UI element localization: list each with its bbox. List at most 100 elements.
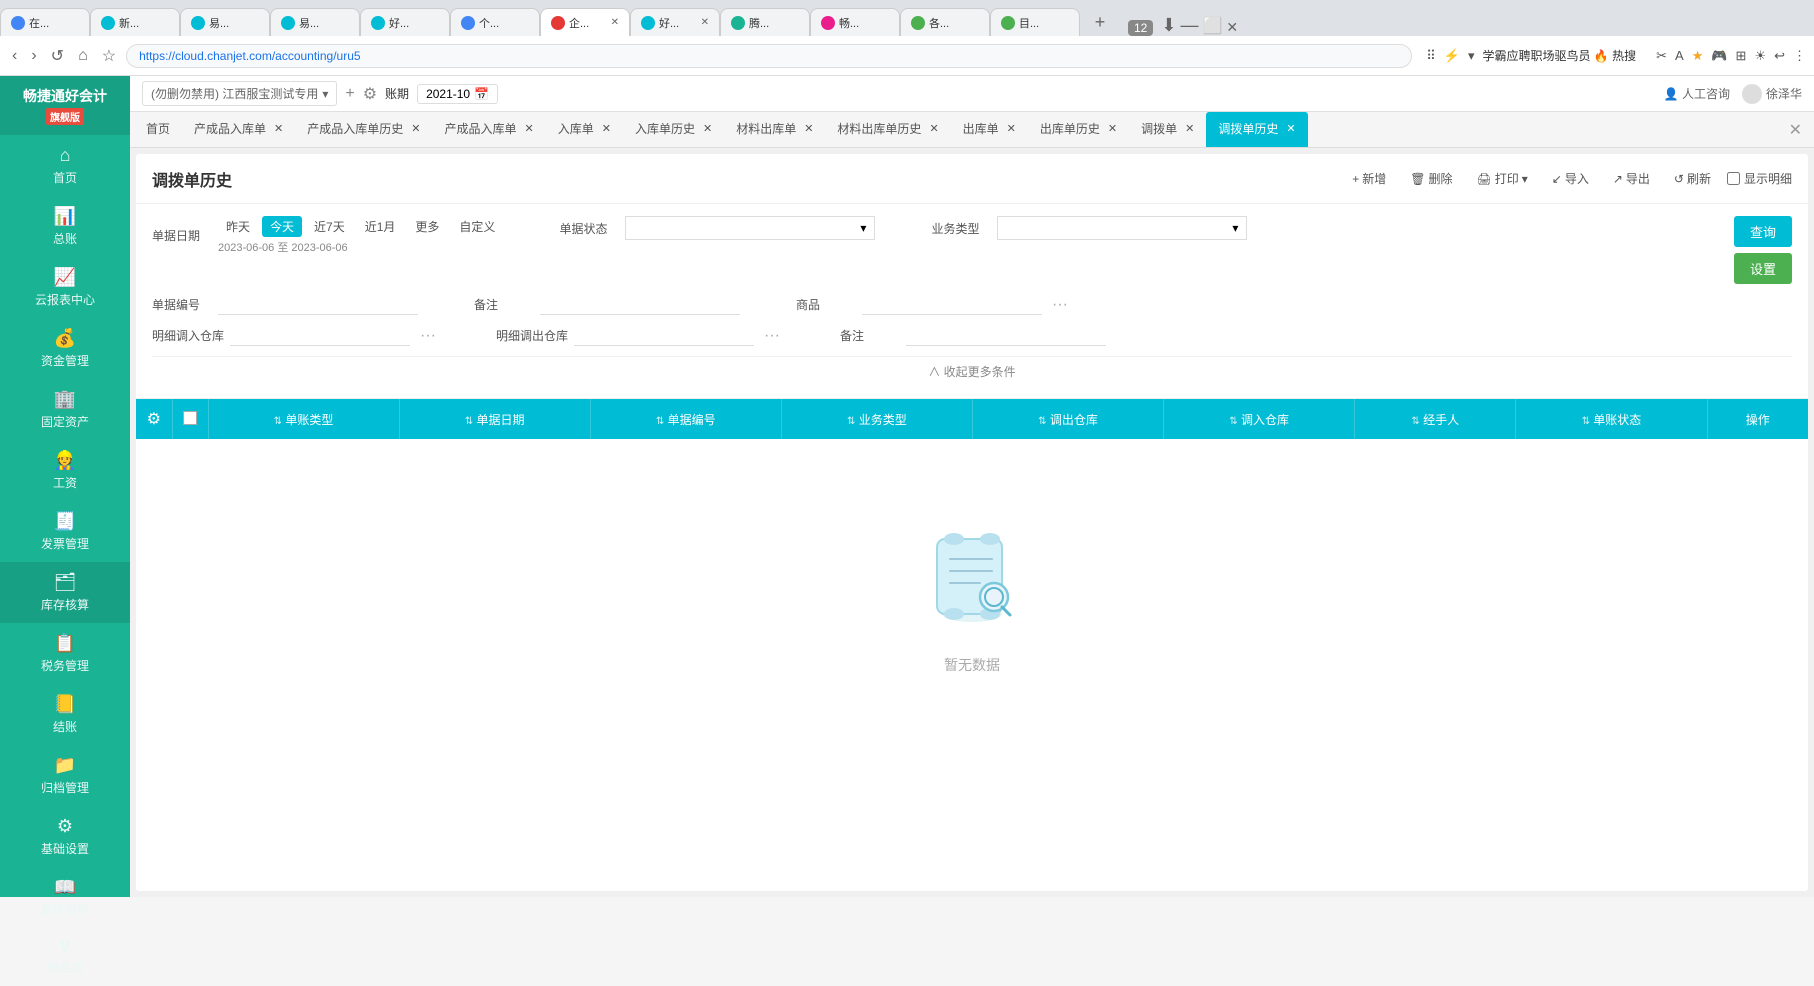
company-settings-button[interactable]: ⚙ [363,84,377,104]
tab-close-icon[interactable]: ✕ [611,17,619,28]
page-tab-home[interactable]: 首页 [134,112,182,147]
dropdown-icon[interactable]: ▾ [1468,48,1475,64]
page-tab-2[interactable]: 产成品入库单历史 ✕ [295,112,432,147]
sidebar-item-payroll[interactable]: 👷 工资 [0,440,130,501]
minimize-button[interactable]: — [1180,15,1198,36]
voucher-no-input[interactable] [218,294,418,315]
service-btn[interactable]: 👤 人工咨询 [1664,85,1730,102]
company-selector[interactable]: (勿删勿禁用) 江西服宝测试专用 ▾ [142,81,337,106]
query-button[interactable]: 查询 [1734,216,1792,247]
period-value[interactable]: 2021-10 📅 [417,84,498,104]
reload-button[interactable]: ↺ [47,44,68,68]
browser-tab-12[interactable]: 目... [990,8,1080,36]
translate-icon[interactable]: A [1675,48,1684,63]
th-in-warehouse[interactable]: ⇅ 调入仓库 [1164,399,1355,439]
table-gear-icon[interactable]: ⚙ [147,411,161,428]
more-icon[interactable]: ⋮ [1793,48,1806,64]
filter-settings-button[interactable]: 设置 [1734,253,1792,284]
new-tab-button[interactable]: + [1080,8,1120,36]
display-detail-checkbox[interactable] [1727,172,1740,185]
sidebar-item-settings[interactable]: ⚙ 基础设置 [0,806,130,867]
detail-in-input[interactable] [230,325,410,346]
browser-menu-icon[interactable]: ⠿ [1426,48,1436,64]
sidebar-item-assets[interactable]: 🏢 固定资产 [0,379,130,440]
browser-tab-3[interactable]: 易... [180,8,270,36]
refresh-button[interactable]: ↺ 刷新 [1666,166,1719,191]
delete-button[interactable]: 🗑 删除 [1402,166,1460,191]
tab-close-icon[interactable]: ✕ [929,122,938,135]
page-tab-7[interactable]: 材料出库单历史 ✕ [825,112,950,147]
goods-picker-icon[interactable]: ··· [1048,296,1072,314]
back-button[interactable]: ‹ [8,45,21,67]
sidebar-item-inventory[interactable]: 🗂 库存核算 [0,562,130,623]
remark-input[interactable] [540,294,740,315]
home-button[interactable]: ⌂ [74,45,92,67]
extension-icon[interactable]: ★ [1692,48,1704,64]
import-button[interactable]: ↙ 导入 [1544,166,1597,191]
sidebar-item-funds[interactable]: 💰 资金管理 [0,318,130,379]
browser-tab-8[interactable]: 好... ✕ [630,8,720,36]
sidebar-item-ledger[interactable]: 📊 总账 [0,196,130,257]
browser-tab-9[interactable]: 腾... [720,8,810,36]
sidebar-item-closing[interactable]: 📒 结账 [0,684,130,745]
collapse-bar[interactable]: ∧ 收起更多条件 [152,356,1792,386]
page-tab-1[interactable]: 产成品入库单 ✕ [182,112,295,147]
print-button[interactable]: 🖨 打印 ▾ [1468,166,1535,191]
maximize-button[interactable]: ⬜ [1202,16,1222,36]
export-button[interactable]: ↗ 导出 [1605,166,1658,191]
close-button[interactable]: ✕ [1226,19,1238,36]
new-button[interactable]: + 新增 [1344,166,1394,191]
detail-out-picker-icon[interactable]: ··· [760,327,784,345]
status-select[interactable]: ▾ [625,216,875,240]
date-btn-1month[interactable]: 近1月 [357,216,404,237]
bookmark-button[interactable]: ☆ [98,44,120,68]
forward-button[interactable]: › [27,45,40,67]
sidebar-item-reports[interactable]: 📈 云报表中心 [0,257,130,318]
select-all-checkbox[interactable] [183,411,197,425]
th-type[interactable]: ⇅ 单账类型 [208,399,399,439]
th-gear[interactable]: ⚙ [136,399,172,439]
date-btn-more[interactable]: 更多 [407,216,447,237]
date-btn-yesterday[interactable]: 昨天 [218,216,258,237]
browser-tab-7[interactable]: 企... ✕ [540,8,630,36]
detail-in-picker-icon[interactable]: ··· [416,327,440,345]
browser-tab-10[interactable]: 畅... [810,8,900,36]
tab-close-icon[interactable]: ✕ [525,122,534,135]
th-status[interactable]: ⇅ 单账状态 [1516,399,1707,439]
th-handler[interactable]: ⇅ 经手人 [1355,399,1516,439]
browser-tab-4[interactable]: 易... [270,8,360,36]
page-tab-6[interactable]: 材料出库单 ✕ [724,112,825,147]
tab-close-icon[interactable]: ✕ [804,122,813,135]
theme-icon[interactable]: ☀ [1754,48,1766,64]
browser-tab-1[interactable]: 在... [0,8,90,36]
remark2-input[interactable] [906,325,1106,346]
page-tab-9[interactable]: 出库单历史 ✕ [1028,112,1129,147]
date-btn-7days[interactable]: 近7天 [306,216,353,237]
date-btn-today[interactable]: 今天 [262,216,302,237]
th-date[interactable]: ⇅ 单据日期 [399,399,590,439]
add-company-button[interactable]: + [345,85,354,103]
date-btn-custom[interactable]: 自定义 [451,216,503,237]
tab-close-icon[interactable]: ✕ [411,122,420,135]
tab-close-icon[interactable]: ✕ [1007,122,1016,135]
scissors-icon[interactable]: ✂ [1656,48,1667,64]
page-tab-10[interactable]: 调拨单 ✕ [1129,112,1206,147]
browser-tab-2[interactable]: 新... [90,8,180,36]
th-checkbox[interactable] [172,399,208,439]
page-tab-3[interactable]: 产成品入库单 ✕ [432,112,545,147]
tab-close-icon[interactable]: ✕ [602,122,611,135]
sidebar-item-archive[interactable]: 📁 归档管理 [0,745,130,806]
browser-tab-5[interactable]: 好... [360,8,450,36]
tab-close-icon[interactable]: ✕ [274,122,283,135]
lightning-icon[interactable]: ⚡ [1444,48,1460,64]
page-tab-4[interactable]: 入库单 ✕ [546,112,623,147]
game-icon[interactable]: 🎮 [1711,48,1727,64]
detail-out-input[interactable] [574,325,754,346]
history-icon[interactable]: ↩ [1774,48,1785,64]
tab-close-icon[interactable]: ✕ [703,122,712,135]
th-out-warehouse[interactable]: ⇅ 调出仓库 [972,399,1163,439]
sidebar-item-guide[interactable]: 📖 新手引导 [0,867,130,928]
tab-close-icon[interactable]: ✕ [1108,122,1117,135]
sidebar-item-home[interactable]: ⌂ 首页 [0,135,130,196]
tab-close-icon[interactable]: ✕ [1185,122,1194,135]
